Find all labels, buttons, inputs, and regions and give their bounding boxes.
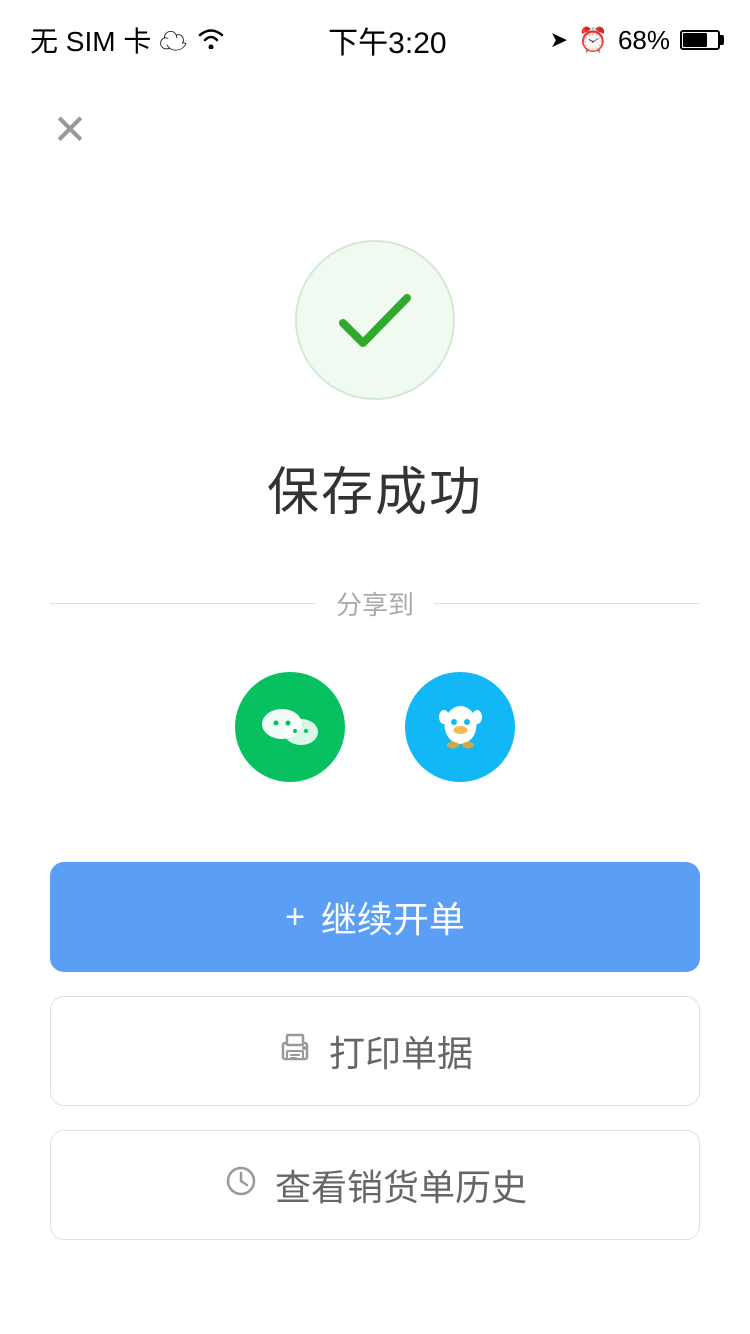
close-icon: ✕	[52, 109, 87, 151]
checkmark-icon	[335, 288, 415, 353]
share-divider: 分享到	[50, 585, 700, 622]
history-button[interactable]: 查看销货单历史	[50, 1130, 700, 1240]
qq-share-button[interactable]	[405, 672, 515, 782]
clock-icon	[223, 1163, 259, 1208]
share-label: 分享到	[336, 585, 414, 622]
main-content: 保存成功 分享到	[0, 180, 750, 1334]
status-time: 下午3:20	[328, 18, 446, 62]
divider-line-left	[50, 603, 316, 604]
wechat-share-button[interactable]	[235, 672, 345, 782]
wifi-icon	[197, 24, 225, 56]
battery-label: 68%	[618, 25, 670, 56]
qq-icon	[428, 695, 493, 760]
sim-label: 无 SIM 卡 ☁	[30, 20, 187, 60]
success-icon-circle	[295, 240, 455, 400]
continue-label: 继续开单	[321, 891, 465, 943]
close-area: ✕	[0, 80, 750, 180]
divider-line-right	[434, 603, 700, 604]
print-label: 打印单据	[329, 1025, 473, 1077]
action-buttons: + 继续开单 打印单据	[50, 862, 700, 1240]
print-button[interactable]: 打印单据	[50, 996, 700, 1106]
share-icons-row	[235, 672, 515, 782]
success-title: 保存成功	[267, 450, 483, 525]
plus-icon: +	[285, 898, 305, 937]
battery-icon	[680, 30, 720, 50]
continue-button[interactable]: + 继续开单	[50, 862, 700, 972]
location-icon: ➤	[550, 27, 568, 53]
close-button[interactable]: ✕	[40, 100, 100, 160]
alarm-icon: ⏰	[578, 26, 608, 55]
status-bar: 无 SIM 卡 ☁ 下午3:20 ➤ ⏰ 68%	[0, 0, 750, 80]
wechat-icon	[255, 692, 325, 762]
history-label: 查看销货单历史	[275, 1159, 527, 1211]
printer-icon	[277, 1029, 313, 1074]
status-left: 无 SIM 卡 ☁	[30, 20, 225, 60]
status-right: ➤ ⏰ 68%	[550, 25, 720, 56]
